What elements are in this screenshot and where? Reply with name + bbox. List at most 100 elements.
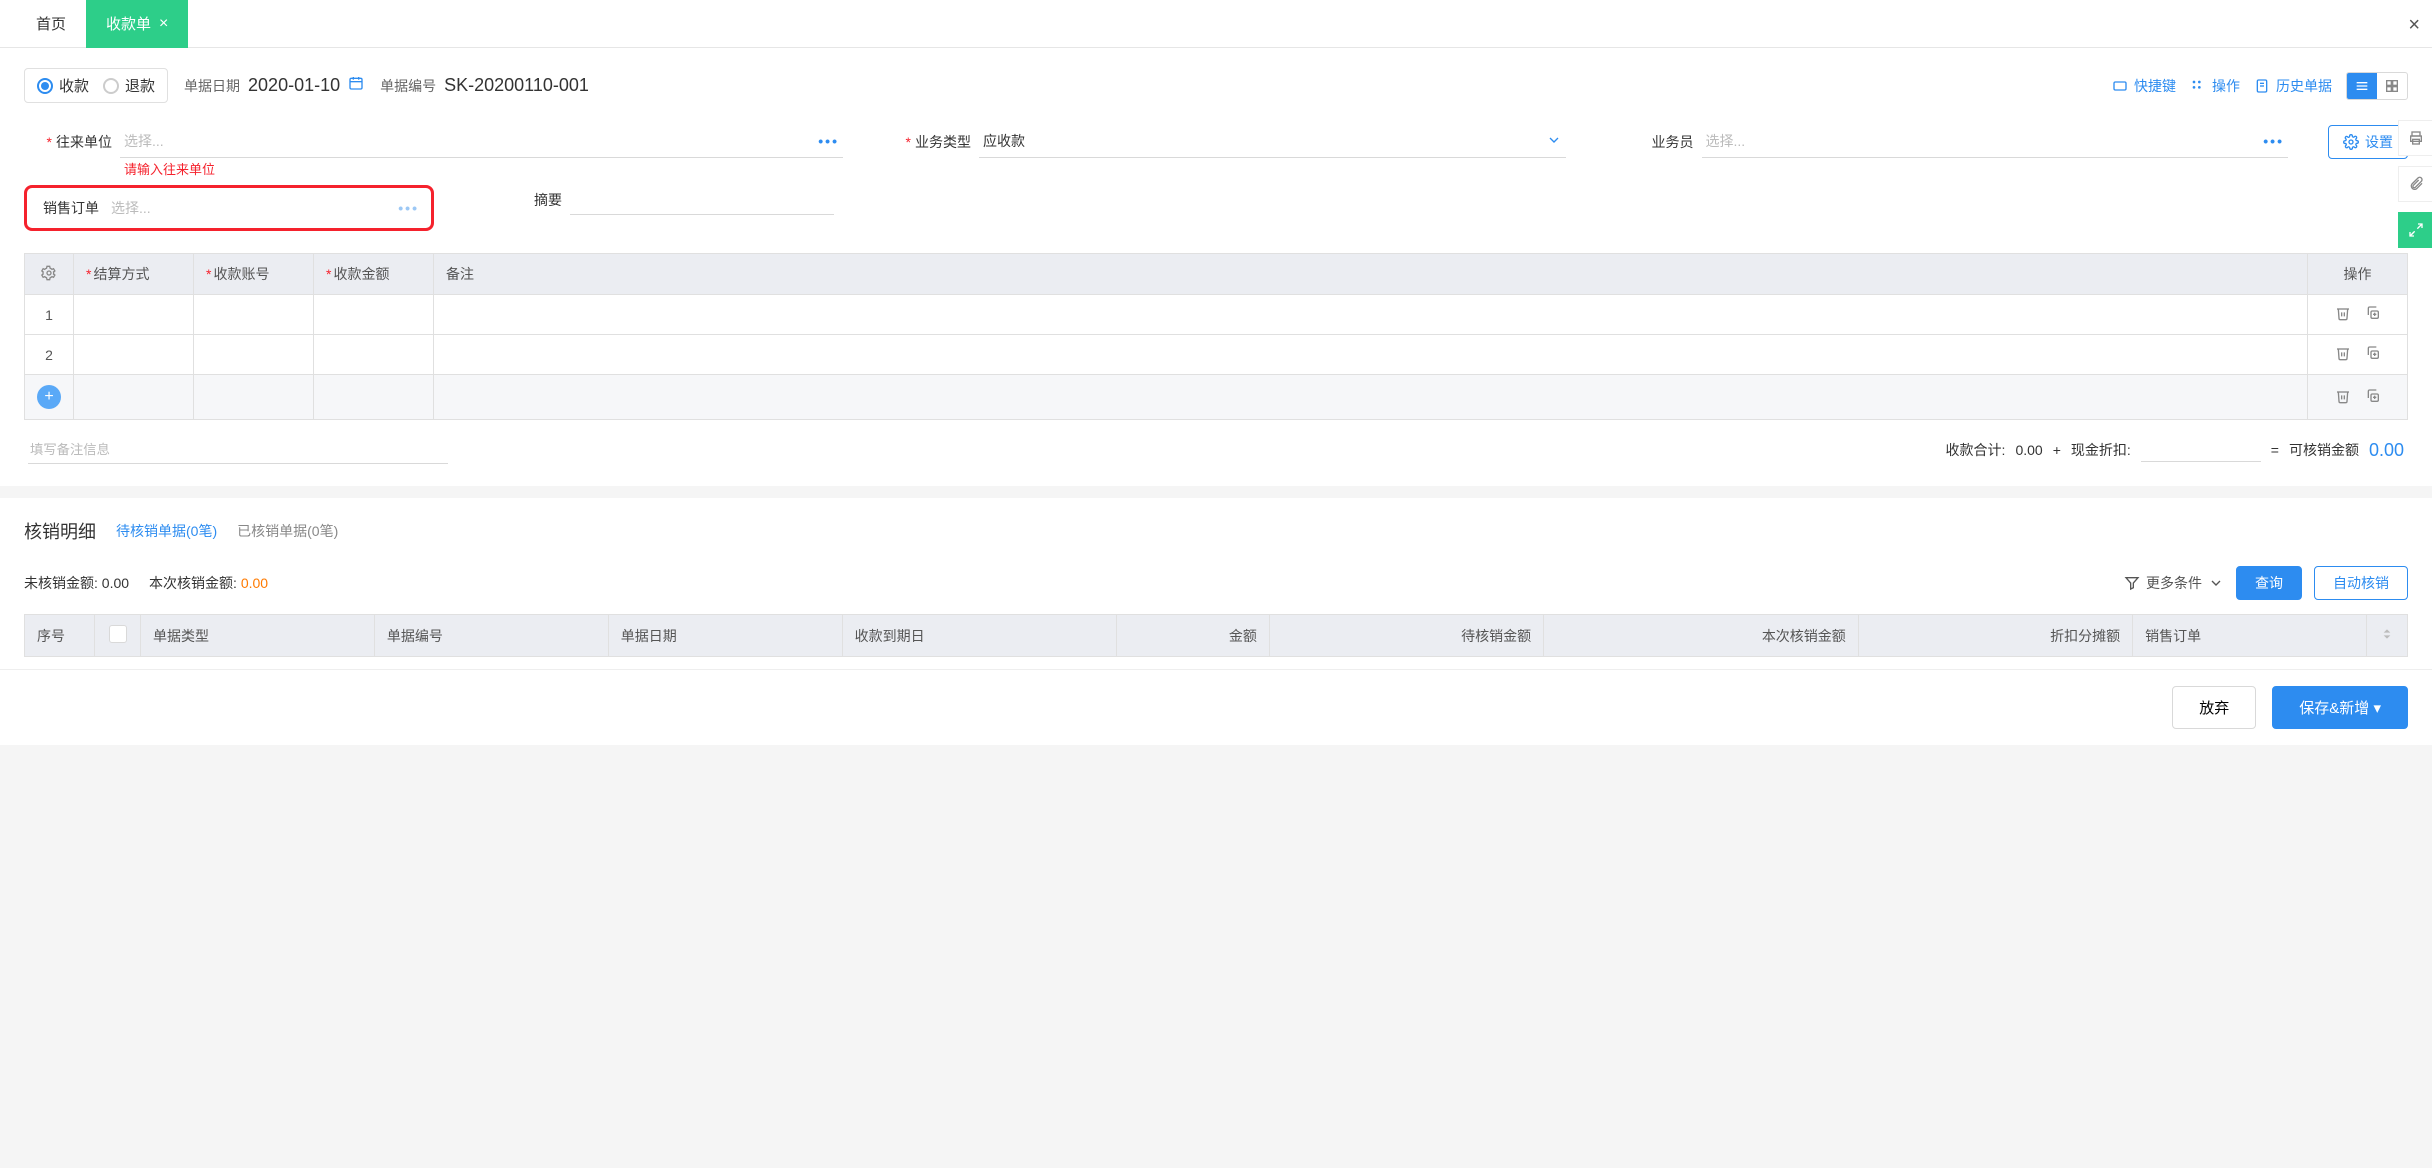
wcol-due: 收款到期日 bbox=[842, 615, 1116, 657]
table-row[interactable]: 2 bbox=[25, 335, 2408, 375]
side-expand-icon[interactable] bbox=[2398, 212, 2432, 248]
salesorder-label: 销售订单 bbox=[35, 198, 107, 218]
filter-icon bbox=[2124, 575, 2140, 591]
history-button[interactable]: 历史单据 bbox=[2254, 76, 2332, 96]
operate-button[interactable]: 操作 bbox=[2190, 76, 2240, 96]
wcol-date: 单据日期 bbox=[608, 615, 842, 657]
writeoff-title: 核销明细 bbox=[24, 518, 96, 544]
copy-icon[interactable] bbox=[2365, 305, 2381, 324]
col-remark: 备注 bbox=[434, 254, 2308, 295]
settings-button[interactable]: 设置 bbox=[2328, 125, 2408, 159]
radio-refund[interactable]: 退款 bbox=[103, 75, 155, 96]
wcol-amount: 金额 bbox=[1116, 615, 1269, 657]
wcol-sort[interactable] bbox=[2367, 615, 2408, 657]
radio-receive[interactable]: 收款 bbox=[37, 75, 89, 96]
wcol-pending: 待核销金额 bbox=[1269, 615, 1543, 657]
thisamt: 本次核销金额: 0.00 bbox=[149, 573, 268, 593]
summary-input[interactable] bbox=[570, 185, 834, 215]
wcol-this: 本次核销金额 bbox=[1544, 615, 1859, 657]
tab-done-writeoff[interactable]: 已核销单据(0笔) bbox=[237, 521, 338, 541]
discount-input[interactable] bbox=[2141, 438, 2261, 462]
more-dots-icon[interactable]: ••• bbox=[818, 133, 839, 149]
chevron-down-icon bbox=[1546, 132, 1562, 151]
add-row-button[interactable]: + bbox=[37, 385, 61, 409]
row-index: 1 bbox=[25, 295, 74, 335]
radio-refund-label: 退款 bbox=[125, 75, 155, 96]
tab-home[interactable]: 首页 bbox=[16, 0, 86, 48]
party-placeholder: 选择... bbox=[124, 131, 164, 151]
cancel-button[interactable]: 放弃 bbox=[2172, 686, 2256, 729]
view-grid-icon[interactable] bbox=[2377, 73, 2407, 99]
more-dots-icon[interactable]: ••• bbox=[398, 200, 419, 216]
side-print-icon[interactable] bbox=[2398, 120, 2432, 156]
wcol-order: 销售订单 bbox=[2133, 615, 2367, 657]
query-button[interactable]: 查询 bbox=[2236, 566, 2302, 600]
save-new-button[interactable]: 保存&新增 ▾ bbox=[2272, 686, 2408, 729]
chevron-down-icon bbox=[2208, 575, 2224, 591]
checkbox[interactable] bbox=[109, 625, 127, 643]
delete-icon[interactable] bbox=[2335, 345, 2351, 364]
col-account: *收款账号 bbox=[194, 254, 314, 295]
col-action: 操作 bbox=[2308, 254, 2408, 295]
tab-receipt[interactable]: 收款单 × bbox=[86, 0, 188, 48]
delete-icon[interactable] bbox=[2335, 305, 2351, 324]
gear-icon bbox=[2343, 134, 2359, 150]
view-list-icon[interactable] bbox=[2347, 73, 2377, 99]
date-label: 单据日期 bbox=[184, 76, 240, 96]
history-label: 历史单据 bbox=[2276, 76, 2332, 96]
writeoff-table: 序号 单据类型 单据编号 单据日期 收款到期日 金额 待核销金额 本次核销金额 … bbox=[24, 614, 2408, 657]
settings-label: 设置 bbox=[2365, 132, 2393, 152]
more-dots-icon[interactable]: ••• bbox=[2263, 133, 2284, 149]
delete-icon[interactable] bbox=[2335, 388, 2351, 407]
code-value: SK-20200110-001 bbox=[444, 75, 589, 96]
grid-icon bbox=[2190, 78, 2206, 94]
wcol-checkbox bbox=[95, 615, 141, 657]
keyboard-icon bbox=[2112, 78, 2128, 94]
view-toggle bbox=[2346, 72, 2408, 100]
calendar-icon[interactable] bbox=[348, 75, 364, 96]
tab-pending-writeoff[interactable]: 待核销单据(0笔) bbox=[116, 521, 217, 541]
close-icon[interactable]: × bbox=[159, 15, 168, 33]
payment-table: *结算方式 *收款账号 *收款金额 备注 操作 1 2 bbox=[24, 253, 2408, 420]
sort-icon bbox=[2379, 626, 2395, 642]
receipt-type-radio-group: 收款 退款 bbox=[24, 68, 168, 103]
writeoff-amt-value: 0.00 bbox=[2369, 440, 2404, 461]
col-amount: *收款金额 bbox=[314, 254, 434, 295]
operator-placeholder: 选择... bbox=[1706, 131, 1746, 151]
remark-input[interactable] bbox=[28, 436, 448, 464]
save-label: 保存&新增 bbox=[2299, 700, 2369, 717]
copy-icon[interactable] bbox=[2365, 388, 2381, 407]
biztype-label: *业务类型 bbox=[883, 132, 979, 152]
summary-label: 摘要 bbox=[474, 190, 570, 210]
operator-label: 业务员 bbox=[1606, 132, 1702, 152]
party-label: *往来单位 bbox=[24, 132, 120, 152]
party-error: 请输入往来单位 bbox=[124, 159, 215, 178]
salesorder-input[interactable]: 选择... ••• bbox=[107, 192, 423, 224]
chevron-down-icon: ▾ bbox=[2373, 700, 2381, 717]
salesorder-placeholder: 选择... bbox=[111, 198, 151, 218]
eq-sign: = bbox=[2271, 442, 2279, 458]
table-row[interactable]: 1 bbox=[25, 295, 2408, 335]
copy-icon[interactable] bbox=[2365, 345, 2381, 364]
shortcut-button[interactable]: 快捷键 bbox=[2112, 76, 2176, 96]
biztype-select[interactable]: 应收款 bbox=[979, 125, 1566, 158]
date-value[interactable]: 2020-01-10 bbox=[248, 75, 340, 96]
writeoff-amt-label: 可核销金额 bbox=[2289, 440, 2359, 460]
document-icon bbox=[2254, 78, 2270, 94]
add-row: + bbox=[25, 375, 2408, 420]
party-input[interactable]: 选择... ••• bbox=[120, 125, 843, 158]
total-value: 0.00 bbox=[2015, 442, 2042, 458]
unamt: 未核销金额: 0.00 bbox=[24, 573, 129, 593]
close-all-icon[interactable]: × bbox=[2408, 14, 2420, 37]
gear-header-icon[interactable] bbox=[25, 254, 74, 295]
more-conditions-button[interactable]: 更多条件 bbox=[2124, 573, 2224, 593]
wcol-code: 单据编号 bbox=[374, 615, 608, 657]
auto-writeoff-button[interactable]: 自动核销 bbox=[2314, 566, 2408, 600]
radio-dot-icon bbox=[103, 78, 119, 94]
wcol-idx: 序号 bbox=[25, 615, 95, 657]
operator-input[interactable]: 选择... ••• bbox=[1702, 125, 2289, 158]
radio-dot-checked-icon bbox=[37, 78, 53, 94]
wcol-type: 单据类型 bbox=[141, 615, 375, 657]
side-attach-icon[interactable] bbox=[2398, 166, 2432, 202]
tab-receipt-label: 收款单 bbox=[106, 13, 151, 34]
